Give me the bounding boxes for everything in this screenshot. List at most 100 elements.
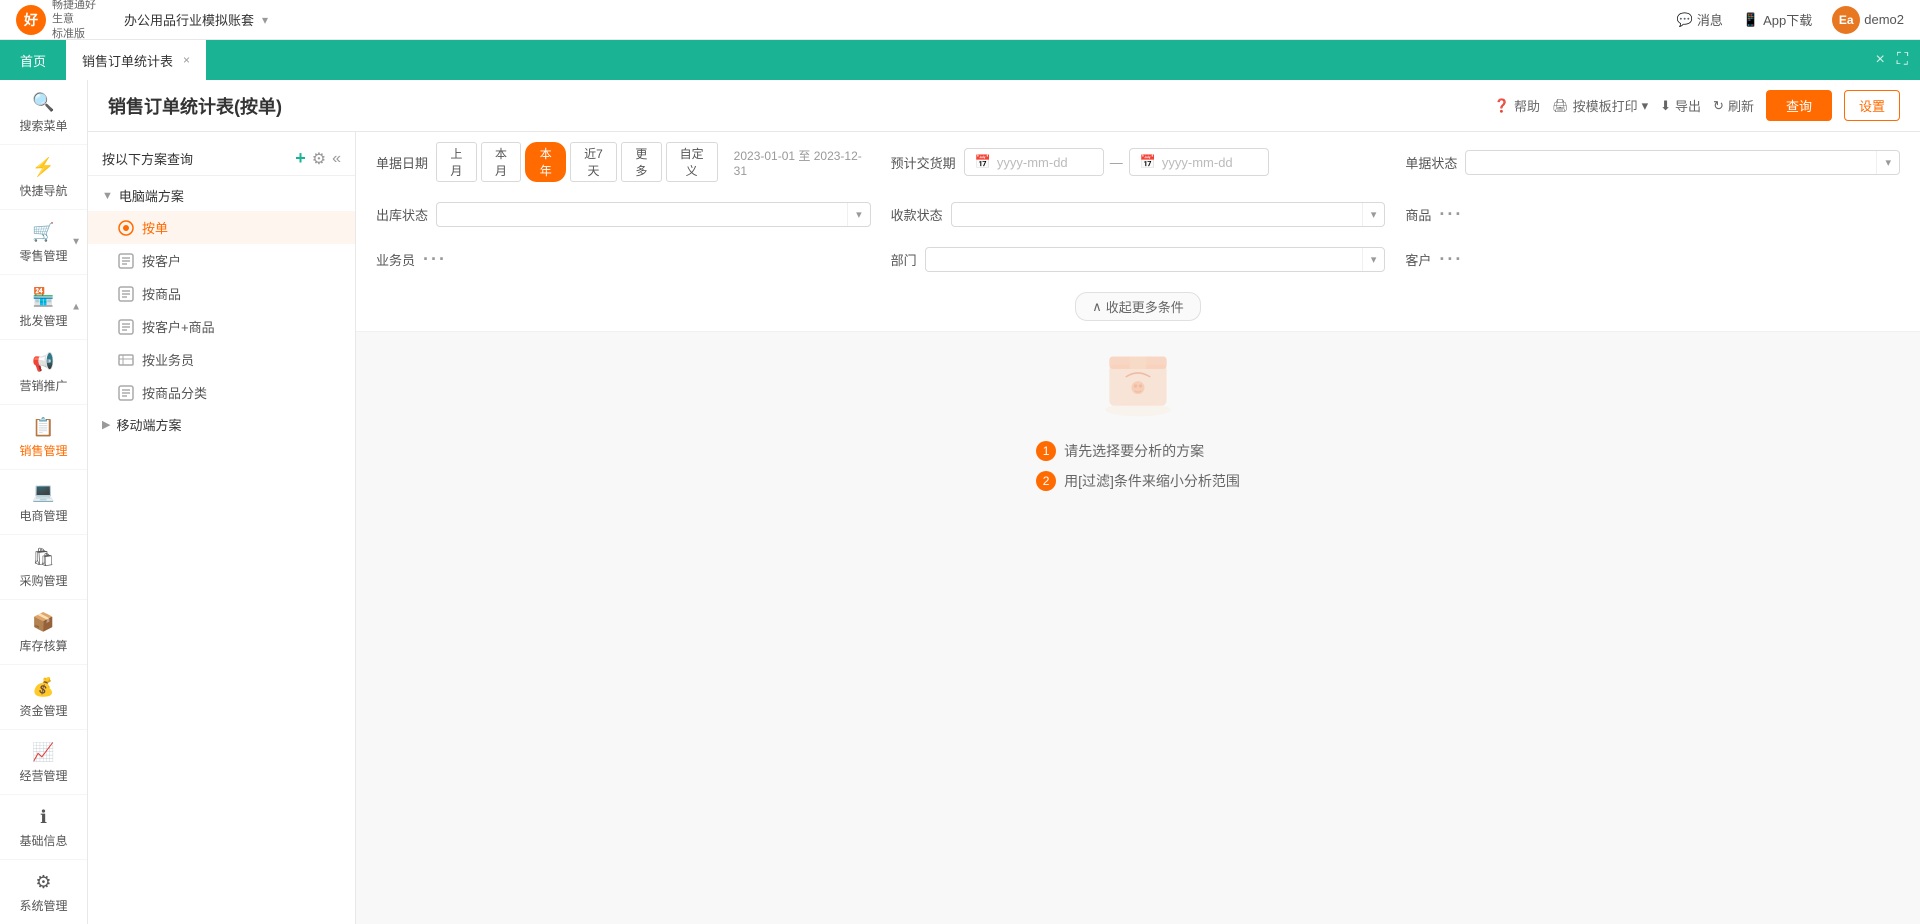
scheme-mobile-group: ▶ 移动端方案 bbox=[88, 409, 355, 440]
scheme-item-by-customer[interactable]: 按客户 bbox=[88, 244, 355, 277]
sidebar-item-purchase[interactable]: 🛍 采购管理 bbox=[0, 535, 87, 600]
purchase-icon: 🛍 bbox=[32, 547, 55, 568]
sidebar-item-wholesale[interactable]: 🏪 批发管理 ▲ bbox=[0, 275, 87, 340]
breadcrumb-dropdown-icon[interactable]: ▾ bbox=[262, 13, 268, 27]
user-menu[interactable]: Ea demo2 bbox=[1832, 6, 1904, 34]
date-this-year-btn[interactable]: 本年 bbox=[525, 142, 566, 182]
sidebar-item-finance[interactable]: 💰 资金管理 bbox=[0, 665, 87, 730]
logo-icon: 好 bbox=[16, 5, 46, 35]
scheme-bycategory-icon bbox=[118, 385, 134, 401]
help-button[interactable]: ❓ 帮助 bbox=[1494, 96, 1540, 115]
sidebar-item-marketing[interactable]: 📢 营销推广 bbox=[0, 340, 87, 405]
avatar: Ea bbox=[1832, 6, 1860, 34]
logo-text: 畅捷通好生意 标准版 bbox=[52, 0, 104, 41]
system-icon: ⚙ bbox=[35, 872, 51, 893]
top-header: 好 畅捷通好生意 标准版 办公用品行业模拟账套 ▾ 💬 消息 📱 App下载 E… bbox=[0, 0, 1920, 40]
basic-icon: ℹ bbox=[40, 807, 47, 828]
department-select[interactable]: ▾ bbox=[925, 247, 1386, 272]
empty-hint-1: 1 请先选择要分析的方案 bbox=[1036, 441, 1240, 461]
expected-date-range: 📅 yyyy-mm-dd — 📅 yyyy-mm-dd bbox=[964, 148, 1386, 176]
scheme-item-by-product[interactable]: 按商品 bbox=[88, 277, 355, 310]
export-button[interactable]: ⬇ 导出 bbox=[1660, 96, 1701, 115]
inventory-icon: 📦 bbox=[32, 612, 54, 633]
page-title: 销售订单统计表(按单) bbox=[108, 93, 282, 119]
mobile-group-arrow: ▶ bbox=[102, 418, 110, 431]
date-label: 单据日期 bbox=[376, 153, 428, 172]
scheme-add-icon[interactable]: + bbox=[295, 148, 306, 169]
sidebar-item-system[interactable]: ⚙ 系统管理 bbox=[0, 860, 87, 924]
product-label: 商品 bbox=[1405, 205, 1431, 224]
sidebar-item-search[interactable]: 🔍 搜索菜单 bbox=[0, 80, 87, 145]
status-select[interactable]: ▾ bbox=[1465, 150, 1900, 175]
scheme-desktop-group: ▼ 电脑端方案 按单 按客户 bbox=[88, 180, 355, 409]
marketing-icon: 📢 bbox=[32, 352, 54, 373]
maximize-button[interactable]: ⛶ bbox=[1897, 51, 1908, 69]
print-dropdown-icon: ▾ bbox=[1642, 98, 1649, 114]
date-custom-btn[interactable]: 自定义 bbox=[666, 142, 718, 182]
date-prev-month-btn[interactable]: 上月 bbox=[436, 142, 477, 182]
product-more-btn[interactable]: ··· bbox=[1439, 204, 1463, 225]
collapse-button[interactable]: ∧ 收起更多条件 bbox=[1075, 292, 1201, 321]
scheme-collapse-icon[interactable]: « bbox=[332, 150, 341, 168]
wholesale-expand-icon: ▲ bbox=[71, 302, 81, 313]
scheme-item-by-customer-product[interactable]: 按客户+商品 bbox=[88, 310, 355, 343]
sidebar-item-basic[interactable]: ℹ 基础信息 bbox=[0, 795, 87, 860]
sidebar-item-operations[interactable]: 📈 经营管理 bbox=[0, 730, 87, 795]
tab-close-icon[interactable]: × bbox=[183, 53, 190, 67]
help-icon: ❓ bbox=[1494, 98, 1510, 114]
finance-icon: 💰 bbox=[32, 677, 54, 698]
print-icon: 🖨 bbox=[1552, 98, 1569, 114]
refresh-button[interactable]: ↻ 刷新 bbox=[1713, 96, 1754, 115]
empty-hint-2: 2 用[过滤]条件来缩小分析范围 bbox=[1036, 471, 1240, 491]
date-filter-group: 单据日期 上月 本月 本年 近7天 更多 自定义 2023-01-01 至 20… bbox=[376, 142, 871, 182]
retail-expand-icon: ▼ bbox=[71, 237, 81, 248]
search-icon: 🔍 bbox=[32, 92, 54, 113]
ecommerce-icon: 💻 bbox=[32, 482, 54, 503]
header-right: 💬 消息 📱 App下载 Ea demo2 bbox=[1677, 6, 1904, 34]
date-7days-btn[interactable]: 近7天 bbox=[570, 142, 617, 182]
retail-icon: 🛒 bbox=[32, 222, 54, 243]
scheme-panel: 按以下方案查询 + ⚙ « ▼ 电脑端方案 bbox=[88, 132, 356, 924]
sidebar-item-retail[interactable]: 🛒 零售管理 ▼ bbox=[0, 210, 87, 275]
scheme-mobile-group-title[interactable]: ▶ 移动端方案 bbox=[88, 409, 355, 440]
customer-more-btn[interactable]: ··· bbox=[1439, 249, 1463, 270]
sidebar-item-sales[interactable]: 📋 销售管理 bbox=[0, 405, 87, 470]
sidebar-item-quicknav[interactable]: ⚡ 快捷导航 bbox=[0, 145, 87, 210]
sidebar: 🔍 搜索菜单 ⚡ 快捷导航 🛒 零售管理 ▼ 🏪 批发管理 ▲ 📢 营销推广 📋… bbox=[0, 80, 88, 924]
scheme-item-by-order[interactable]: 按单 bbox=[88, 211, 355, 244]
wholesale-icon: 🏪 bbox=[32, 287, 54, 308]
outstatus-filter-group: 出库状态 ▾ bbox=[376, 202, 871, 227]
minimize-button[interactable]: × bbox=[1875, 51, 1884, 69]
payment-select[interactable]: ▾ bbox=[951, 202, 1386, 227]
filter-row-1: 单据日期 上月 本月 本年 近7天 更多 自定义 2023-01-01 至 20… bbox=[356, 132, 1920, 192]
status-label: 单据状态 bbox=[1405, 153, 1457, 172]
date-more-btn[interactable]: 更多 bbox=[621, 142, 662, 182]
scheme-desktop-group-title[interactable]: ▼ 电脑端方案 bbox=[88, 180, 355, 211]
payment-dropdown-icon: ▾ bbox=[1362, 203, 1385, 226]
outstatus-select[interactable]: ▾ bbox=[436, 202, 871, 227]
date-this-month-btn[interactable]: 本月 bbox=[481, 142, 522, 182]
sidebar-item-inventory[interactable]: 📦 库存核算 bbox=[0, 600, 87, 665]
cal-start-icon: 📅 bbox=[975, 154, 991, 170]
query-button[interactable]: 查询 bbox=[1766, 90, 1832, 121]
print-button[interactable]: 🖨 按模板打印 ▾ bbox=[1552, 96, 1648, 115]
tab-active[interactable]: 销售订单统计表 × bbox=[66, 40, 206, 80]
empty-hints: 1 请先选择要分析的方案 2 用[过滤]条件来缩小分析范围 bbox=[1036, 441, 1240, 491]
department-label: 部门 bbox=[891, 250, 917, 269]
expected-date-start[interactable]: 📅 yyyy-mm-dd bbox=[964, 148, 1104, 176]
sidebar-item-ecommerce[interactable]: 💻 电商管理 bbox=[0, 470, 87, 535]
scheme-settings-icon[interactable]: ⚙ bbox=[312, 149, 326, 169]
scheme-bysalesperson-icon bbox=[118, 352, 134, 368]
scheme-item-by-salesperson[interactable]: 按业务员 bbox=[88, 343, 355, 376]
export-icon: ⬇ bbox=[1660, 98, 1671, 114]
message-action[interactable]: 💬 消息 bbox=[1677, 10, 1723, 29]
scheme-header-icons: + ⚙ « bbox=[295, 148, 341, 169]
expected-date-end[interactable]: 📅 yyyy-mm-dd bbox=[1129, 148, 1269, 176]
empty-state: 1 请先选择要分析的方案 2 用[过滤]条件来缩小分析范围 bbox=[356, 332, 1920, 491]
app-download-action[interactable]: 📱 App下载 bbox=[1743, 10, 1812, 29]
scheme-item-by-category[interactable]: 按商品分类 bbox=[88, 376, 355, 409]
tab-home[interactable]: 首页 bbox=[0, 40, 66, 80]
header-center: 办公用品行业模拟账套 ▾ bbox=[104, 10, 1677, 29]
salesperson-more-btn[interactable]: ··· bbox=[423, 249, 447, 270]
settings-button[interactable]: 设置 bbox=[1844, 90, 1900, 121]
